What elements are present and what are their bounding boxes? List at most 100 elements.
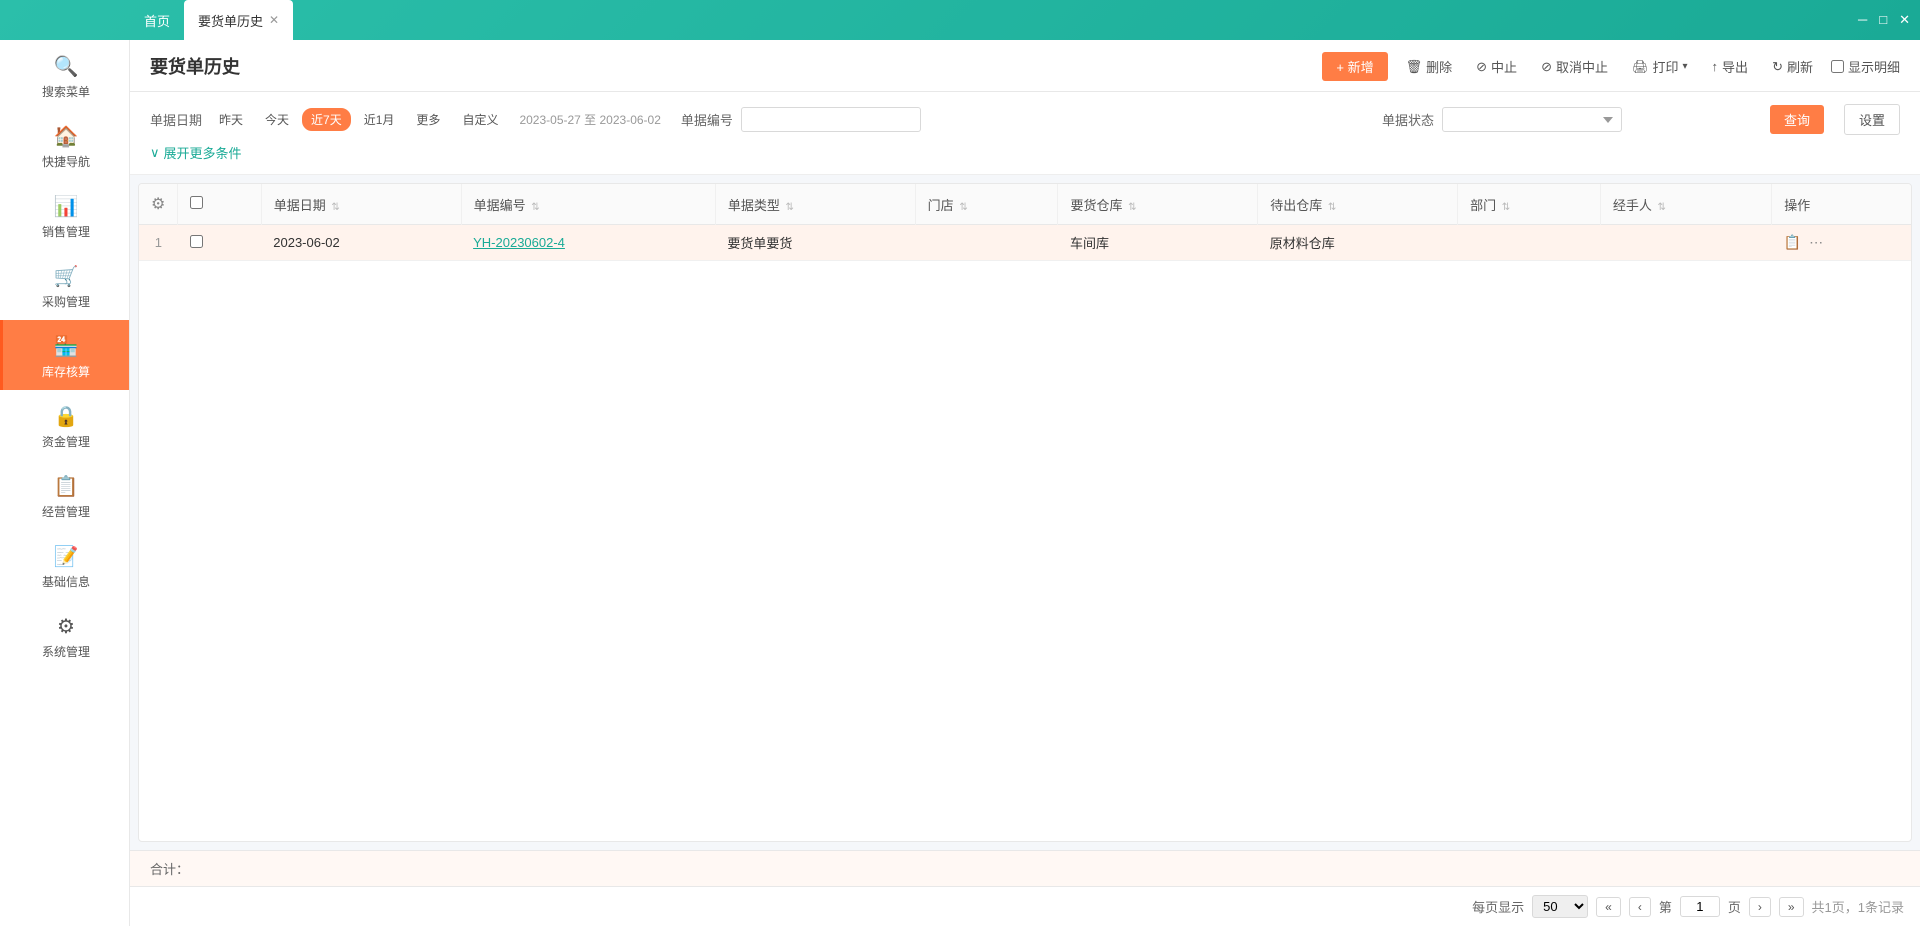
- purchase-mgmt-icon: 🛒: [54, 264, 79, 289]
- refresh-label: 刷新: [1787, 57, 1813, 76]
- print-button[interactable]: 🖨 打印 ▾: [1626, 53, 1694, 80]
- row-doc-type: 要货单要货: [715, 225, 915, 261]
- refresh-icon: ↻: [1772, 59, 1783, 75]
- basic-info-icon: 📝: [54, 544, 79, 569]
- expand-more-btn[interactable]: ∨ 展开更多条件: [150, 143, 1900, 162]
- show-detail-toggle[interactable]: 显示明细: [1831, 57, 1900, 76]
- filter-row: 单据日期 昨天 今天 近7天 近1月 更多 自定义 2023-05-27 至 2…: [150, 104, 1900, 135]
- pagination-bar: 每页显示 20 50 100 200 « ‹ 第 页 › » 共1页，1条记录: [130, 886, 1920, 926]
- row-more-icon[interactable]: ⋯: [1809, 234, 1823, 251]
- sidebar-item-inventory-calc[interactable]: 🏪 库存核算: [0, 320, 129, 390]
- row-select-checkbox[interactable]: [190, 235, 203, 248]
- operations-mgmt-icon: 📋: [54, 474, 79, 499]
- date-btn-today[interactable]: 今天: [256, 108, 298, 131]
- row-date: 2023-06-02: [261, 225, 461, 261]
- doc-num-input[interactable]: [741, 107, 921, 132]
- export-button[interactable]: ↑ 导出: [1706, 53, 1755, 80]
- table-header-row: ⚙ 单据日期 ⇅ 单据编号 ⇅: [139, 184, 1911, 225]
- sort-pending-warehouse-icon[interactable]: ⇅: [1328, 202, 1336, 213]
- date-btn-more[interactable]: 更多: [407, 108, 449, 131]
- page-size-select[interactable]: 20 50 100 200: [1532, 895, 1588, 918]
- window-close-btn[interactable]: ✕: [1899, 12, 1910, 28]
- first-page-btn[interactable]: «: [1596, 897, 1621, 917]
- quick-nav-icon: 🏠: [54, 124, 79, 149]
- finance-mgmt-icon: 🔒: [54, 404, 79, 429]
- sidebar-label-search-menu: 搜索菜单: [42, 83, 90, 100]
- col-settings[interactable]: ⚙: [139, 184, 178, 225]
- sales-mgmt-icon: 📊: [54, 194, 79, 219]
- sidebar-item-finance-mgmt[interactable]: 🔒 资金管理: [0, 390, 129, 460]
- window-controls: ─ □ ✕: [1858, 12, 1910, 28]
- expand-more-label: 展开更多条件: [164, 143, 242, 162]
- stop-icon: ⊘: [1476, 59, 1487, 75]
- row-doc-no[interactable]: YH-20230602-4: [461, 225, 715, 261]
- col-pending-warehouse: 待出仓库 ⇅: [1258, 184, 1458, 225]
- minimize-btn[interactable]: ─: [1858, 12, 1867, 28]
- page-unit: 页: [1728, 897, 1741, 916]
- row-store: [915, 225, 1058, 261]
- doc-no-link[interactable]: YH-20230602-4: [473, 235, 565, 250]
- search-menu-icon: 🔍: [54, 54, 79, 79]
- stop-button[interactable]: ⊘ 中止: [1470, 53, 1523, 80]
- tab-close-icon[interactable]: ✕: [269, 13, 279, 27]
- query-button[interactable]: 查询: [1770, 105, 1824, 134]
- status-label: 单据状态: [1382, 110, 1434, 129]
- tab-home[interactable]: 首页: [130, 0, 184, 40]
- next-page-btn[interactable]: ›: [1749, 897, 1771, 917]
- show-detail-checkbox[interactable]: [1831, 60, 1844, 73]
- table-settings-icon[interactable]: ⚙: [151, 196, 165, 213]
- sidebar-item-operations-mgmt[interactable]: 📋 经营管理: [0, 460, 129, 530]
- new-button[interactable]: + 新增: [1322, 52, 1387, 81]
- col-dept: 部门 ⇅: [1458, 184, 1601, 225]
- sort-date-icon[interactable]: ⇅: [331, 202, 339, 213]
- last-page-btn[interactable]: »: [1779, 897, 1804, 917]
- sort-store-icon[interactable]: ⇅: [959, 202, 967, 213]
- cancel-stop-button[interactable]: ⊘ 取消中止: [1535, 53, 1614, 80]
- date-btn-custom[interactable]: 自定义: [453, 108, 507, 131]
- sidebar-item-basic-info[interactable]: 📝 基础信息: [0, 530, 129, 600]
- tab-requisition-history[interactable]: 要货单历史 ✕: [184, 0, 293, 40]
- status-filter-group: 单据状态: [941, 107, 1742, 132]
- date-range-text: 2023-05-27 至 2023-06-02: [519, 111, 660, 128]
- sidebar-item-system-mgmt[interactable]: ⚙ 系统管理: [0, 600, 129, 670]
- date-btn-yesterday[interactable]: 昨天: [210, 108, 252, 131]
- sidebar-item-search-menu[interactable]: 🔍 搜索菜单: [0, 40, 129, 110]
- sidebar-item-quick-nav[interactable]: 🏠 快捷导航: [0, 110, 129, 180]
- doc-num-filter-group: 单据编号: [681, 107, 921, 132]
- sidebar-label-basic-info: 基础信息: [42, 573, 90, 590]
- main-layout: 🔍 搜索菜单 🏠 快捷导航 📊 销售管理 🛒 采购管理 🏪 库存核算 🔒 资金管…: [0, 40, 1920, 926]
- delete-button[interactable]: 🗑 删除: [1400, 53, 1459, 80]
- maximize-btn[interactable]: □: [1879, 12, 1887, 28]
- stop-label: 中止: [1491, 57, 1517, 76]
- prev-page-btn[interactable]: ‹: [1629, 897, 1651, 917]
- tab-requisition-label: 要货单历史: [198, 11, 263, 30]
- page-size-label: 每页显示: [1472, 897, 1524, 916]
- sort-doctype-icon[interactable]: ⇅: [785, 202, 793, 213]
- row-handler: [1600, 225, 1771, 261]
- sidebar-item-purchase-mgmt[interactable]: 🛒 采购管理: [0, 250, 129, 320]
- date-btn-7days[interactable]: 近7天: [302, 108, 351, 131]
- refresh-button[interactable]: ↻ 刷新: [1766, 53, 1819, 80]
- settings-button[interactable]: 设置: [1844, 104, 1900, 135]
- date-filter-label: 单据日期: [150, 110, 202, 129]
- sort-docno-icon[interactable]: ⇅: [531, 202, 539, 213]
- row-dept: [1458, 225, 1601, 261]
- tab-home-label: 首页: [144, 11, 170, 30]
- system-mgmt-icon: ⚙: [57, 614, 75, 639]
- sidebar-item-sales-mgmt[interactable]: 📊 销售管理: [0, 180, 129, 250]
- col-checkbox: [178, 184, 261, 225]
- sort-handler-icon[interactable]: ⇅: [1658, 202, 1666, 213]
- page-title: 要货单历史: [150, 53, 240, 79]
- sidebar: 🔍 搜索菜单 🏠 快捷导航 📊 销售管理 🛒 采购管理 🏪 库存核算 🔒 资金管…: [0, 40, 130, 926]
- status-select[interactable]: [1442, 107, 1622, 132]
- export-icon: ↑: [1712, 59, 1719, 74]
- sort-dept-icon[interactable]: ⇅: [1502, 202, 1510, 213]
- sort-req-warehouse-icon[interactable]: ⇅: [1128, 202, 1136, 213]
- page-label: 第: [1659, 897, 1672, 916]
- date-btn-1month[interactable]: 近1月: [355, 108, 404, 131]
- page-input[interactable]: [1680, 896, 1720, 917]
- data-table: ⚙ 单据日期 ⇅ 单据编号 ⇅: [139, 184, 1911, 261]
- select-all-checkbox[interactable]: [190, 196, 203, 209]
- action-icons-group: 📋 ⋯: [1784, 234, 1899, 251]
- row-edit-icon[interactable]: 📋: [1784, 234, 1801, 251]
